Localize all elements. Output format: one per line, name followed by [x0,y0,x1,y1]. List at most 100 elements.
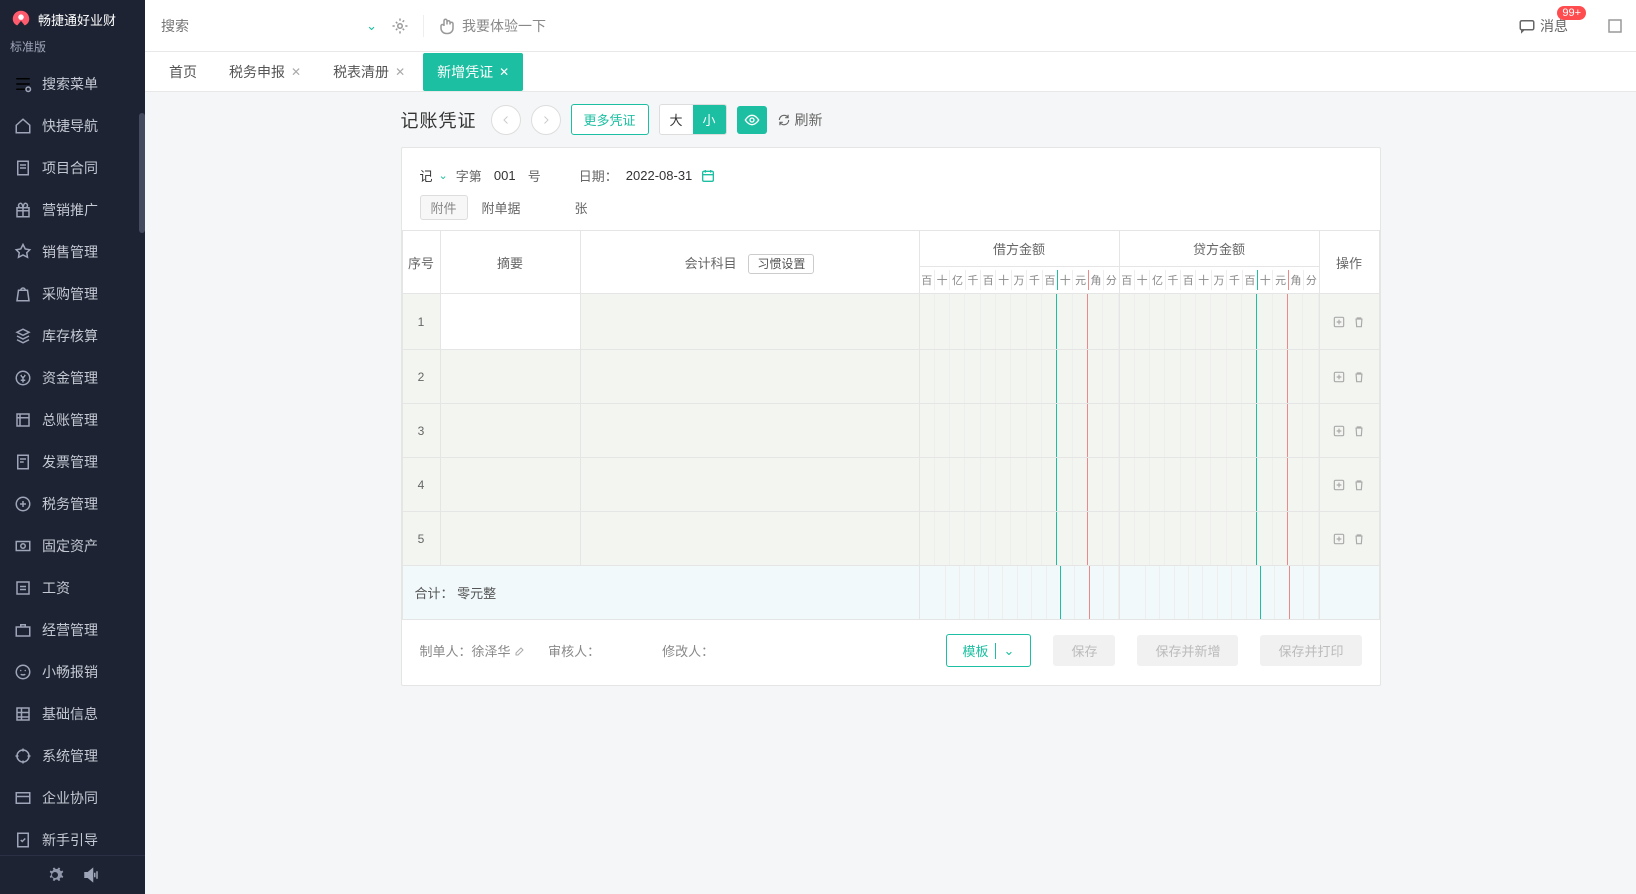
save-new-button[interactable]: 保存并新增 [1137,635,1238,666]
size-small-button[interactable]: 小 [693,105,726,134]
sidebar-item-5[interactable]: 采购管理 [0,273,145,315]
subject-cell[interactable] [580,294,919,350]
expand-icon[interactable] [1606,17,1624,35]
sidebar-item-18[interactable]: 新手引导 [0,819,145,855]
subject-cell[interactable] [580,350,919,404]
experience-button[interactable]: 我要体验一下 [438,16,546,36]
voucher-number[interactable]: 001 [490,168,520,183]
sidebar-item-13[interactable]: 经营管理 [0,609,145,651]
debit-cell[interactable] [919,512,1119,566]
delete-row-icon[interactable] [1352,424,1366,438]
close-icon[interactable]: ✕ [291,65,301,79]
more-vouchers-button[interactable]: 更多凭证 [571,104,649,135]
subject-cell[interactable] [580,458,919,512]
maker-name: 徐泽华 [472,644,511,659]
sidebar-item-1[interactable]: 快捷导航 [0,105,145,147]
add-row-icon[interactable] [1332,478,1346,492]
sidebar-item-2[interactable]: 项目合同 [0,147,145,189]
summary-cell[interactable] [440,458,580,512]
tab-3[interactable]: 新增凭证✕ [423,53,523,91]
save-print-button[interactable]: 保存并打印 [1260,635,1361,666]
chevron-down-icon: ⌄ [439,169,448,182]
delete-row-icon[interactable] [1352,532,1366,546]
sidebar-item-10[interactable]: 税务管理 [0,483,145,525]
summary-cell[interactable] [440,350,580,404]
speaker-icon[interactable] [82,866,100,884]
subject-cell[interactable] [580,512,919,566]
add-row-icon[interactable] [1332,424,1346,438]
tab-0[interactable]: 首页 [155,53,211,91]
contract-icon [14,159,32,177]
save-button[interactable]: 保存 [1053,635,1115,666]
sidebar-item-3[interactable]: 营销推广 [0,189,145,231]
size-large-button[interactable]: 大 [660,105,693,134]
brand-name: 畅捷通好业财 [38,10,116,29]
date-value[interactable]: 2022-08-31 [626,168,693,183]
tab-2[interactable]: 税表清册✕ [319,53,419,91]
message-badge: 99+ [1557,6,1586,20]
sidebar-item-14[interactable]: 小畅报销 [0,651,145,693]
close-icon[interactable]: ✕ [395,65,405,79]
sidebar-item-11[interactable]: 固定资产 [0,525,145,567]
credit-cell[interactable] [1119,350,1319,404]
money-icon [14,369,32,387]
voucher-table: 序号 摘要 会计科目 习惯设置 借方金额 贷方金额 操作 [402,230,1380,620]
tax-icon [14,495,32,513]
refresh-button[interactable]: 刷新 [777,110,823,130]
template-button[interactable]: 模板 ⌄ [946,634,1032,667]
prev-button[interactable] [491,105,521,135]
gear-icon[interactable] [46,866,64,884]
summary-cell[interactable] [440,404,580,458]
credit-cell[interactable] [1119,512,1319,566]
message-button[interactable]: 消息 99+ [1518,16,1568,36]
close-icon[interactable]: ✕ [499,65,509,79]
debit-cell[interactable] [919,350,1119,404]
delete-row-icon[interactable] [1352,478,1366,492]
sidebar-item-0[interactable]: 搜索菜单 [0,63,145,105]
credit-cell[interactable] [1119,458,1319,512]
search-input[interactable] [157,12,377,40]
summary-input[interactable] [445,298,576,342]
edit-icon[interactable] [514,645,526,657]
add-row-icon[interactable] [1332,532,1346,546]
summary-cell[interactable] [440,512,580,566]
delete-row-icon[interactable] [1352,370,1366,384]
attach-button[interactable]: 附件 [420,195,468,220]
sidebar-item-17[interactable]: 企业协同 [0,777,145,819]
sidebar-item-16[interactable]: 系统管理 [0,735,145,777]
voucher-type-select[interactable]: 记 ⌄ [420,166,448,185]
chevron-down-icon[interactable]: ⌄ [995,643,1015,659]
debit-cell[interactable] [919,294,1119,350]
delete-row-icon[interactable] [1352,315,1366,329]
tab-1[interactable]: 税务申报✕ [215,53,315,91]
summary-cell[interactable] [440,294,580,350]
sidebar-item-7[interactable]: 资金管理 [0,357,145,399]
sidebar-item-4[interactable]: 销售管理 [0,231,145,273]
add-row-icon[interactable] [1332,370,1346,384]
gear-icon[interactable] [391,17,409,35]
sidebar-item-8[interactable]: 总账管理 [0,399,145,441]
chevron-down-icon[interactable]: ⌄ [366,18,377,34]
sidebar-item-6[interactable]: 库存核算 [0,315,145,357]
collab-icon [14,789,32,807]
add-row-icon[interactable] [1332,315,1346,329]
subject-cell[interactable] [580,404,919,458]
asset-icon [14,537,32,555]
habit-settings-button[interactable]: 习惯设置 [748,254,814,274]
col-op: 操作 [1319,231,1379,294]
sidebar-item-9[interactable]: 发票管理 [0,441,145,483]
view-button[interactable] [737,106,767,134]
page-title: 记账凭证 [401,107,477,133]
table-row: 4 [402,458,1379,512]
col-debit: 借方金额 [919,231,1119,267]
credit-cell[interactable] [1119,294,1319,350]
calendar-icon[interactable] [700,168,716,184]
voucher-header: 记 ⌄ 字第 001 号 日期： 2022-08-31 [402,166,1380,195]
debit-cell[interactable] [919,458,1119,512]
debit-cell[interactable] [919,404,1119,458]
next-button[interactable] [531,105,561,135]
credit-cell[interactable] [1119,404,1319,458]
sidebar-item-15[interactable]: 基础信息 [0,693,145,735]
brand-icon [10,8,32,30]
sidebar-item-12[interactable]: 工资 [0,567,145,609]
